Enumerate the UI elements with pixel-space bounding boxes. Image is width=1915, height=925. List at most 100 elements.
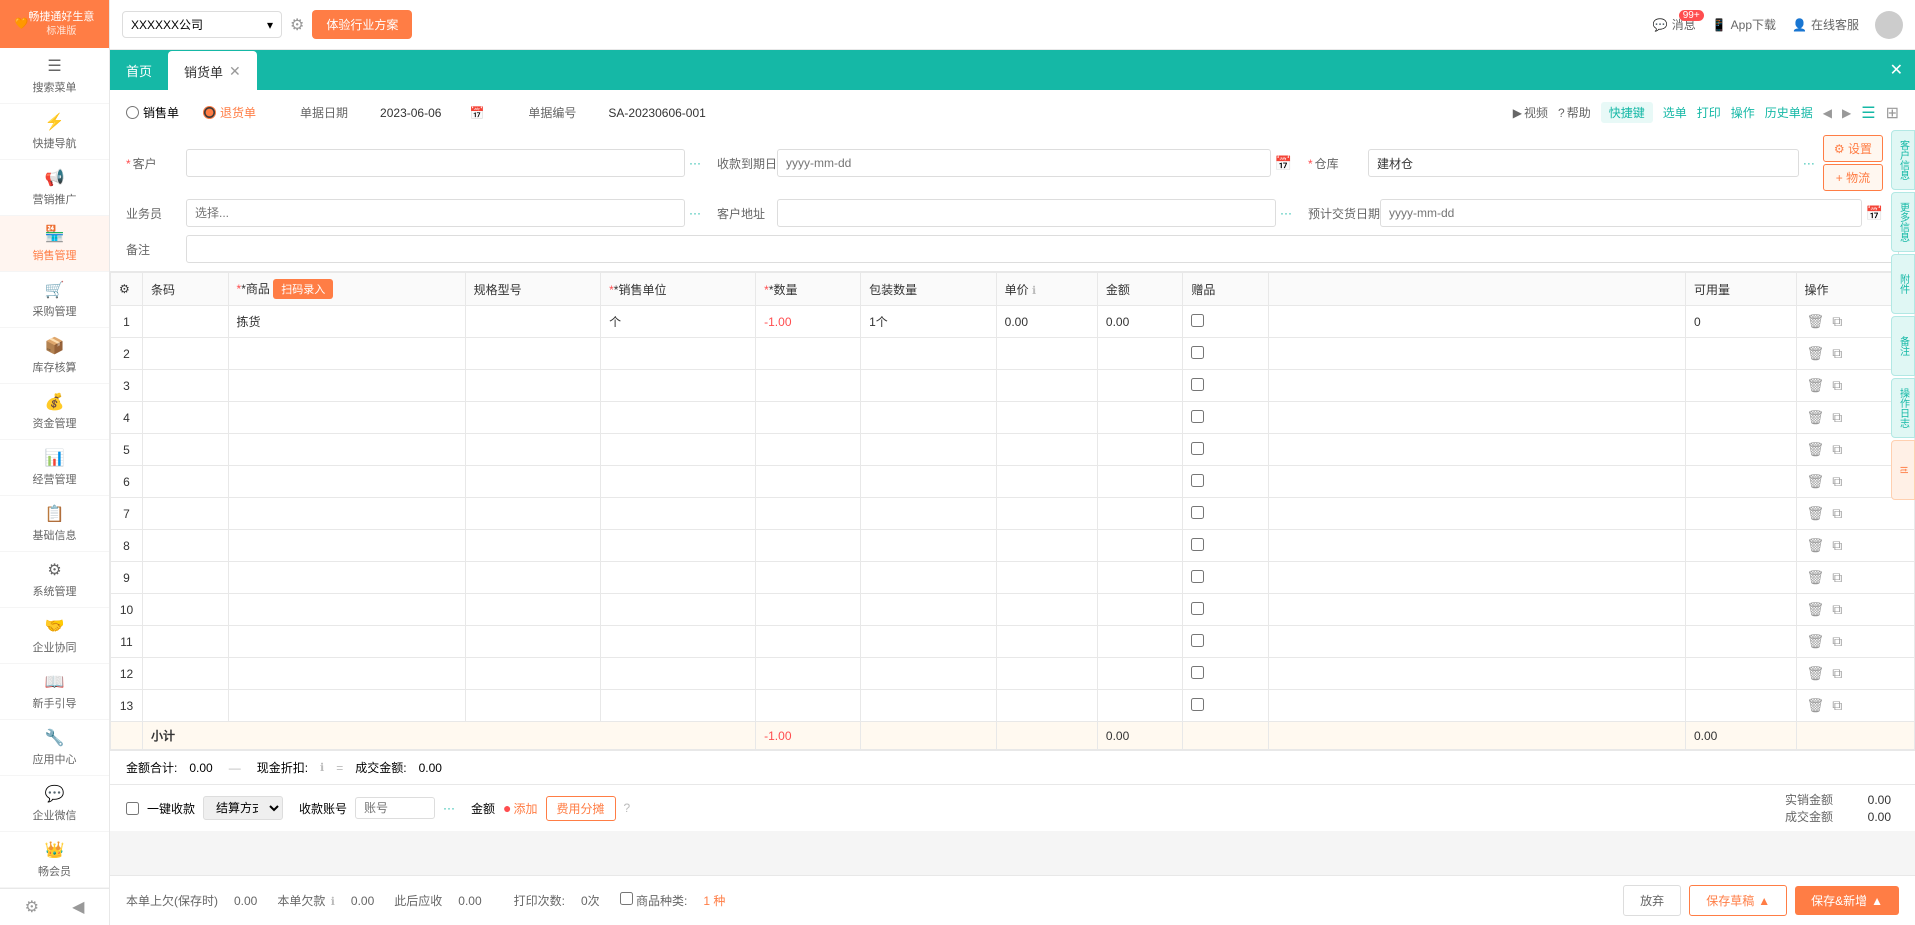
float-customer-info[interactable]: 客户信息: [1891, 130, 1915, 190]
account-input[interactable]: [355, 797, 435, 819]
col-settings[interactable]: ⚙: [111, 273, 143, 306]
tab-sales-order[interactable]: 销货单 ✕: [168, 51, 257, 91]
toolbar-print[interactable]: 打印: [1697, 104, 1721, 121]
float-attachment[interactable]: 附件: [1891, 254, 1915, 314]
sidebar-item-guide[interactable]: 📖 新手引导: [0, 664, 109, 720]
sidebar-item-appstore[interactable]: 🔧 应用中心: [0, 720, 109, 776]
row-1-delete-btn[interactable]: 🗑: [1805, 311, 1827, 332]
toolbar-help[interactable]: ? 帮助: [1558, 104, 1591, 121]
layout-list-icon[interactable]: ☰: [1861, 103, 1875, 123]
toolbar-shortcuts[interactable]: 快捷键: [1601, 102, 1653, 123]
dots-icon[interactable]: ···: [443, 801, 455, 815]
row-1-copy-btn[interactable]: ⧉: [1830, 311, 1844, 332]
layout-grid-icon[interactable]: ⊞: [1886, 103, 1899, 123]
sidebar-item-search[interactable]: ☰ 搜索菜单: [0, 48, 109, 104]
row-copy-btn[interactable]: ⧉: [1830, 407, 1844, 428]
customer-addr-dots[interactable]: ···: [1280, 206, 1292, 220]
row-copy-btn[interactable]: ⧉: [1830, 663, 1844, 684]
row-copy-btn[interactable]: ⧉: [1830, 439, 1844, 460]
row-delete-btn[interactable]: 🗑: [1805, 695, 1827, 716]
float-orange[interactable]: Itl: [1891, 440, 1915, 500]
save-draft-button[interactable]: 保存草稿 ▲: [1689, 885, 1787, 916]
delivery-calendar-icon[interactable]: 📅: [1866, 205, 1883, 222]
warehouse-input[interactable]: [1368, 149, 1799, 177]
settings-btn[interactable]: ⚙ 设置: [1823, 135, 1883, 162]
tab-home[interactable]: 首页: [110, 50, 168, 90]
nav-prev-icon[interactable]: ◀: [1823, 106, 1832, 120]
app-download-btn[interactable]: 📱 App下载: [1712, 16, 1776, 33]
sidebar-item-inventory[interactable]: 📦 库存核算: [0, 328, 109, 384]
scan-button[interactable]: 扫码录入: [273, 279, 333, 299]
row-1-unit-price[interactable]: 0.00: [996, 306, 1097, 338]
row-delete-btn[interactable]: 🗑: [1805, 535, 1827, 556]
row-delete-btn[interactable]: 🗑: [1805, 471, 1827, 492]
date-calendar-icon[interactable]: 📅: [469, 106, 484, 120]
toolbar-history[interactable]: 历史单据: [1765, 104, 1813, 121]
row-1-pkg-qty[interactable]: 1个: [861, 306, 997, 338]
discard-button[interactable]: 放弃: [1623, 885, 1681, 916]
table-settings-icon[interactable]: ⚙: [119, 282, 130, 296]
logistics-btn[interactable]: + 物流: [1823, 164, 1883, 191]
sidebar-item-sales[interactable]: 🏪 销售管理: [0, 216, 109, 272]
collapse-icon[interactable]: ◀: [72, 897, 84, 917]
row-copy-btn[interactable]: ⧉: [1830, 471, 1844, 492]
float-operation-log[interactable]: 操作日志: [1891, 378, 1915, 438]
toolbar-choose[interactable]: 选单: [1663, 104, 1687, 121]
row-copy-btn[interactable]: ⧉: [1830, 503, 1844, 524]
cash-discount-info[interactable]: ℹ: [320, 761, 324, 774]
row-delete-btn[interactable]: 🗑: [1805, 567, 1827, 588]
float-more-info[interactable]: 更多信息: [1891, 192, 1915, 252]
row-delete-btn[interactable]: 🗑: [1805, 407, 1827, 428]
close-tab-icon[interactable]: ✕: [229, 63, 241, 80]
sidebar-item-operations[interactable]: 📊 经营管理: [0, 440, 109, 496]
sidebar-item-member[interactable]: 👑 畅会员: [0, 832, 109, 888]
row-copy-btn[interactable]: ⧉: [1830, 343, 1844, 364]
row-copy-btn[interactable]: ⧉: [1830, 567, 1844, 588]
row-1-unit[interactable]: 个: [601, 306, 756, 338]
payment-due-input[interactable]: [777, 149, 1271, 177]
sidebar-item-wechat[interactable]: 💬 企业微信: [0, 776, 109, 832]
row-copy-btn[interactable]: ⧉: [1830, 631, 1844, 652]
sidebar-item-system[interactable]: ⚙ 系统管理: [0, 552, 109, 608]
add-button[interactable]: ● 添加: [503, 800, 537, 817]
customer-input[interactable]: [186, 149, 685, 177]
customer-addr-input[interactable]: [777, 199, 1276, 227]
row-1-barcode[interactable]: [143, 306, 229, 338]
one-click-pay-checkbox[interactable]: [126, 802, 139, 815]
row-1-product[interactable]: 拣货: [228, 306, 465, 338]
row-delete-btn[interactable]: 🗑: [1805, 503, 1827, 524]
product-type-checkbox[interactable]: [620, 892, 633, 905]
float-remarks[interactable]: 备注: [1891, 316, 1915, 376]
row-copy-btn[interactable]: ⧉: [1830, 695, 1844, 716]
settings-bottom-icon[interactable]: ⚙: [25, 897, 39, 917]
company-selector[interactable]: XXXXXX公司 ▾: [122, 11, 282, 38]
sidebar-item-shortcut[interactable]: ⚡ 快捷导航: [0, 104, 109, 160]
close-main-btn[interactable]: ✕: [1890, 60, 1915, 80]
remarks-input[interactable]: [186, 235, 1899, 263]
row-delete-btn[interactable]: 🗑: [1805, 375, 1827, 396]
payment-calendar-icon[interactable]: 📅: [1275, 155, 1292, 172]
warehouse-dots[interactable]: ···: [1803, 156, 1815, 170]
toolbar-video[interactable]: ▶ 视频: [1513, 104, 1548, 121]
avatar[interactable]: [1875, 11, 1903, 39]
sidebar-item-purchase[interactable]: 🛒 采购管理: [0, 272, 109, 328]
row-copy-btn[interactable]: ⧉: [1830, 599, 1844, 620]
sidebar-item-marketing[interactable]: 📢 营销推广: [0, 160, 109, 216]
row-delete-btn[interactable]: 🗑: [1805, 343, 1827, 364]
row-1-spec[interactable]: [465, 306, 601, 338]
customer-dots[interactable]: ···: [689, 156, 701, 170]
row-delete-btn[interactable]: 🗑: [1805, 631, 1827, 652]
radio-return[interactable]: 退货单: [203, 104, 256, 121]
expense-info-icon[interactable]: ?: [624, 801, 631, 815]
save-new-button[interactable]: 保存&新增 ▲: [1795, 886, 1899, 915]
salesperson-input[interactable]: [186, 199, 685, 227]
radio-sales[interactable]: 销售单: [126, 104, 179, 121]
row-copy-btn[interactable]: ⧉: [1830, 375, 1844, 396]
sidebar-item-finance[interactable]: 💰 资金管理: [0, 384, 109, 440]
row-1-qty[interactable]: -1.00: [756, 306, 861, 338]
online-service-btn[interactable]: 👤 在线客服: [1792, 16, 1859, 33]
trial-button[interactable]: 体验行业方案: [312, 10, 412, 39]
nav-next-icon[interactable]: ▶: [1842, 106, 1851, 120]
toolbar-operations[interactable]: 操作: [1731, 104, 1755, 121]
salesperson-dots[interactable]: ···: [689, 206, 701, 220]
